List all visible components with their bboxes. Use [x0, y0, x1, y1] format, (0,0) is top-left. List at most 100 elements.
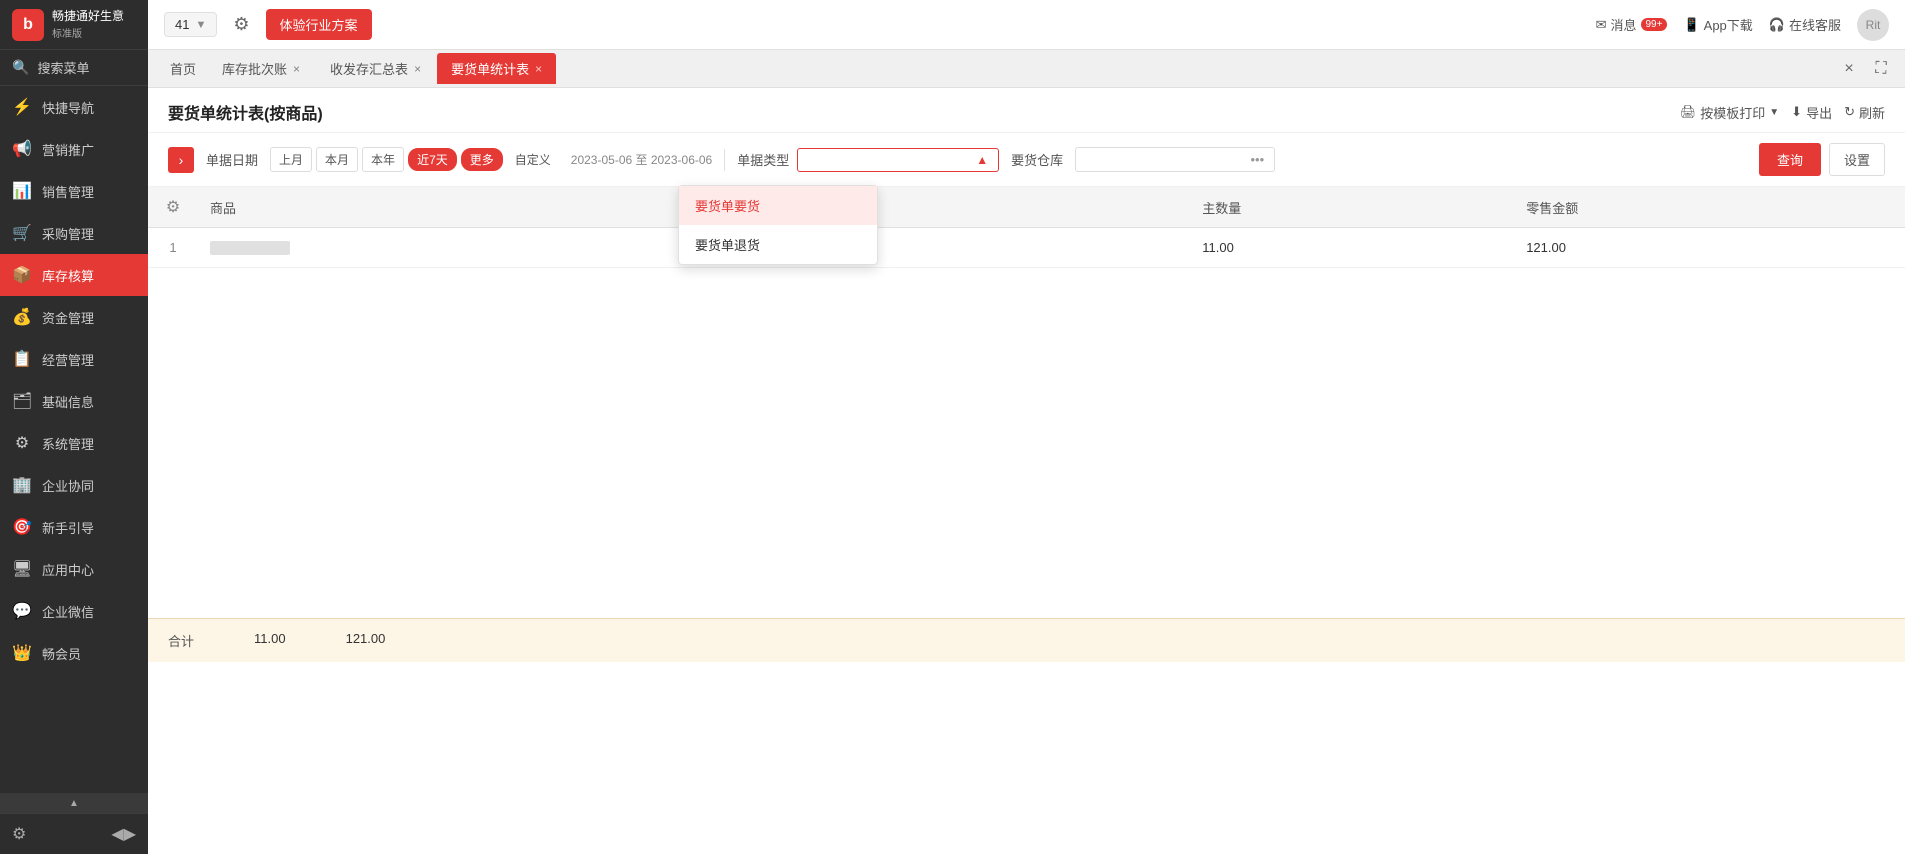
col-amount: 零售金额	[1514, 187, 1905, 228]
tab-order-summary[interactable]: 要货单统计表 ×	[437, 53, 556, 84]
sidebar-item-label: 新手引导	[42, 518, 94, 537]
sidebar-item-label: 销售管理	[42, 182, 94, 201]
sidebar-item-system[interactable]: ⚙ 系统管理	[0, 422, 148, 464]
tab-close-icon[interactable]: ×	[414, 62, 421, 76]
data-table: ⚙ 商品 主计量单位 主数量 零售金额	[148, 187, 1905, 268]
message-icon: ✉	[1596, 17, 1607, 33]
product-name-placeholder	[210, 241, 290, 255]
operation-icon: 📋	[12, 349, 32, 369]
tab-close-icon[interactable]: ×	[535, 62, 542, 76]
online-service-item[interactable]: 🎧 在线客服	[1769, 15, 1841, 34]
member-icon: 👑	[12, 643, 32, 663]
sidebar-item-sales[interactable]: 📊 销售管理	[0, 170, 148, 212]
topbar-left: 41 ▼ ⚙ 体验行业方案	[164, 9, 372, 40]
content-area: 要货单统计表(按商品) 🖨 按模板打印 ▼ ⬇ 导出 ↻ 刷新	[148, 88, 1905, 854]
headset-icon: 🎧	[1769, 17, 1785, 33]
type-dropdown: 要货单要货 要货单退货	[678, 185, 878, 265]
date-btn-more[interactable]: 更多	[461, 148, 503, 171]
app-download-item[interactable]: 📱 App下载	[1683, 15, 1752, 34]
date-btn-last-month[interactable]: 上月	[270, 147, 312, 172]
warehouse-dots-icon[interactable]: •••	[1250, 152, 1264, 167]
tab-batch-account[interactable]: 库存批次账 ×	[208, 53, 314, 84]
sidebar-item-label: 快捷导航	[42, 98, 94, 117]
message-item[interactable]: ✉ 消息 99+	[1596, 15, 1668, 34]
sidebar-item-label: 资金管理	[42, 308, 94, 327]
tab-expand-icon[interactable]: ⛶	[1869, 57, 1893, 81]
date-range-display: 2023-05-06 至 2023-06-06	[571, 151, 712, 168]
tab-close-icon[interactable]: ×	[293, 62, 300, 76]
type-select[interactable]: ▲	[797, 148, 999, 172]
sidebar-scroll-up[interactable]: ▲	[0, 793, 148, 813]
footer-quantity-col: 11.00	[254, 631, 286, 650]
sidebar-search[interactable]: 🔍 搜索菜单	[0, 50, 148, 86]
guide-icon: 🎯	[12, 517, 32, 537]
print-action[interactable]: 🖨 按模板打印 ▼	[1680, 103, 1779, 122]
trial-button[interactable]: 体验行业方案	[266, 9, 372, 40]
store-selector[interactable]: 41 ▼	[164, 12, 217, 37]
date-filter-label: 单据日期	[206, 150, 258, 169]
system-icon: ⚙	[12, 433, 32, 453]
avatar-text: Rit	[1866, 18, 1881, 32]
sidebar: b 畅捷通好生意 标准版 🔍 搜索菜单 ⚡ 快捷导航 📢 营销推广 📊 销售管理…	[0, 0, 148, 854]
sidebar-item-basic-info[interactable]: 🗂 基础信息	[0, 380, 148, 422]
tabs-bar: 首页 库存批次账 × 收发存汇总表 × 要货单统计表 × × ⛶	[148, 50, 1905, 88]
footer-amount-value: 121.00	[346, 631, 386, 650]
print-icon: 🖨	[1680, 104, 1697, 120]
sidebar-item-member[interactable]: 👑 畅会员	[0, 632, 148, 674]
col-quantity: 主数量	[1190, 187, 1514, 228]
search-icon: 🔍	[12, 59, 29, 76]
message-label: 消息	[1610, 15, 1636, 34]
date-btn-this-month[interactable]: 本月	[316, 147, 358, 172]
refresh-action[interactable]: ↻ 刷新	[1844, 103, 1885, 122]
tab-home[interactable]: 首页	[160, 53, 206, 84]
sidebar-item-marketing[interactable]: 📢 营销推广	[0, 128, 148, 170]
logo-name: 畅捷通好生意	[52, 9, 124, 25]
tab-close-all-icon[interactable]: ×	[1837, 57, 1861, 81]
type-filter-group: 单据类型 ▲	[737, 148, 999, 172]
tab-home-label: 首页	[170, 59, 196, 78]
filter-expand-button[interactable]: ›	[168, 147, 194, 173]
sidebar-logo: b 畅捷通好生意 标准版	[0, 0, 148, 50]
collapse-icon[interactable]: ◀▶	[111, 824, 136, 844]
warehouse-input[interactable]: •••	[1075, 147, 1275, 172]
date-btn-7days[interactable]: 近7天	[408, 148, 457, 171]
topbar-gear-icon[interactable]: ⚙	[229, 10, 253, 39]
user-avatar[interactable]: Rit	[1857, 9, 1889, 41]
sidebar-item-purchase[interactable]: 🛒 采购管理	[0, 212, 148, 254]
settings-footer-icon[interactable]: ⚙	[12, 824, 26, 844]
topbar-right: ✉ 消息 99+ 📱 App下载 🎧 在线客服 Rit	[1596, 9, 1889, 41]
cell-quantity: 11.00	[1190, 228, 1514, 268]
export-action[interactable]: ⬇ 导出	[1791, 103, 1832, 122]
sidebar-item-quick-nav[interactable]: ⚡ 快捷导航	[0, 86, 148, 128]
cell-amount: 121.00	[1514, 228, 1905, 268]
basic-info-icon: 🗂	[12, 391, 32, 411]
sidebar-item-label: 企业微信	[42, 602, 94, 621]
store-number: 41	[175, 17, 189, 32]
phone-icon: 📱	[1683, 17, 1699, 33]
sidebar-item-enterprise[interactable]: 🏢 企业协同	[0, 464, 148, 506]
query-button[interactable]: 查询	[1759, 143, 1821, 176]
sidebar-item-app-center[interactable]: 🖥 应用中心	[0, 548, 148, 590]
tab-receive-send[interactable]: 收发存汇总表 ×	[316, 53, 435, 84]
sidebar-item-guide[interactable]: 🎯 新手引导	[0, 506, 148, 548]
online-service-label: 在线客服	[1789, 15, 1841, 34]
sidebar-item-wechat[interactable]: 💬 企业微信	[0, 590, 148, 632]
sidebar-item-operation[interactable]: 📋 经营管理	[0, 338, 148, 380]
table-settings-icon[interactable]: ⚙	[166, 199, 180, 216]
settings-button[interactable]: 设置	[1829, 143, 1885, 176]
logo-icon: b	[12, 9, 44, 41]
sidebar-item-label: 系统管理	[42, 434, 94, 453]
sidebar-item-label: 营销推广	[42, 140, 94, 159]
date-btn-this-year[interactable]: 本年	[362, 147, 404, 172]
date-custom-btn[interactable]: 自定义	[507, 148, 559, 171]
sidebar-item-label: 企业协同	[42, 476, 94, 495]
logo-sub: 标准版	[52, 25, 124, 40]
sidebar-item-finance[interactable]: 💰 资金管理	[0, 296, 148, 338]
type-filter-label: 单据类型	[737, 150, 789, 169]
warehouse-filter-label: 要货仓库	[1011, 150, 1063, 169]
col-product: 商品	[198, 187, 733, 228]
main-area: 41 ▼ ⚙ 体验行业方案 ✉ 消息 99+ 📱 App下载 🎧 在线客服 Ri…	[148, 0, 1905, 854]
dropdown-item-order-return[interactable]: 要货单退货	[679, 225, 877, 264]
dropdown-item-order-goods[interactable]: 要货单要货	[679, 186, 877, 225]
sidebar-item-inventory[interactable]: 📦 库存核算	[0, 254, 148, 296]
